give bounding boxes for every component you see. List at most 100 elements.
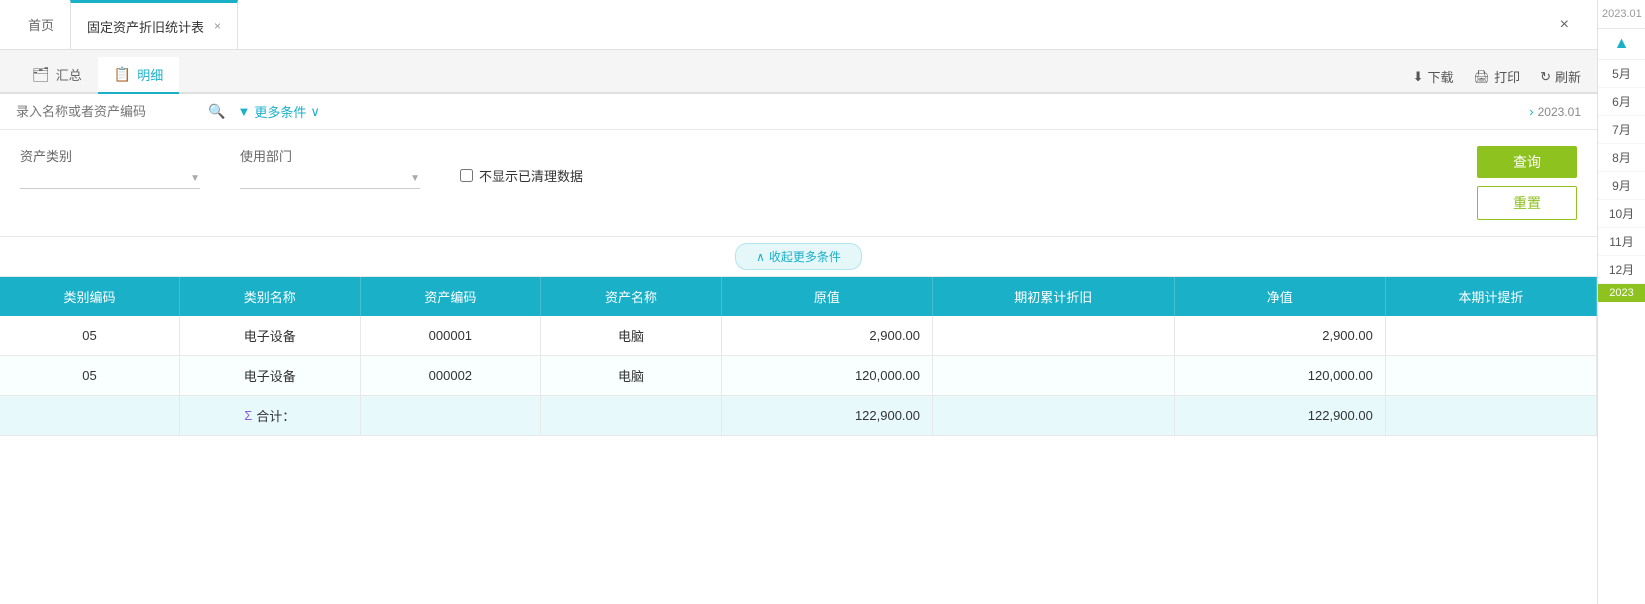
summary-cell: Σ 合计：: [179, 396, 360, 436]
table-cell: 000002: [360, 356, 541, 396]
sidebar-year-badge: 2023: [1598, 284, 1645, 302]
hide-cleared-checkbox[interactable]: [460, 169, 473, 182]
window-close-button[interactable]: ×: [1544, 16, 1585, 34]
table-cell: 05: [0, 356, 179, 396]
col-category-code: 类别编码: [0, 277, 179, 316]
table-row: 05电子设备000002电脑120,000.00120,000.00: [0, 356, 1597, 396]
sidebar-month-5[interactable]: 5月: [1598, 60, 1645, 88]
right-sidebar: 2023.01 ▲ 5月 6月 7月 8月 9月 10月 11月 12月 202…: [1597, 0, 1645, 604]
summary-cell: [1385, 396, 1596, 436]
tab-close-button[interactable]: ×: [214, 19, 221, 33]
col-accum-depreciation: 期初累计折旧: [933, 277, 1175, 316]
arrow-right-icon: ›: [1529, 104, 1533, 119]
tab-summary[interactable]: 🗂 汇总: [16, 57, 98, 94]
sidebar-date: 2023.01: [1598, 0, 1645, 29]
dept-label: 使用部门: [240, 146, 420, 165]
tab-detail[interactable]: 📋 明细: [98, 57, 179, 94]
refresh-label: 刷新: [1555, 67, 1581, 86]
top-nav: 首页 固定资产折旧统计表 × ×: [0, 0, 1597, 50]
filter-icon: ▼: [237, 104, 250, 119]
tab-detail-label: 明细: [137, 65, 163, 84]
table-cell: 000001: [360, 316, 541, 356]
col-original-value: 原值: [721, 277, 932, 316]
tab-summary-label: 汇总: [56, 65, 82, 84]
table-cell: [1385, 316, 1596, 356]
table-cell: 120,000.00: [1174, 356, 1385, 396]
table-cell: 05: [0, 316, 179, 356]
summary-label-text: 合计：: [256, 406, 295, 425]
filter-buttons: 查询 重置: [1477, 146, 1577, 220]
sidebar-month-9[interactable]: 9月: [1598, 172, 1645, 200]
tab-title: 固定资产折旧统计表: [87, 17, 204, 36]
collapse-bar: ∧ 收起更多条件: [0, 237, 1597, 277]
table-cell: 电子设备: [179, 316, 360, 356]
sidebar-month-11[interactable]: 11月: [1598, 228, 1645, 256]
reset-button[interactable]: 重置: [1477, 186, 1577, 220]
sidebar-month-7[interactable]: 7月: [1598, 116, 1645, 144]
date-nav-button[interactable]: › 2023.01: [1529, 104, 1581, 119]
hide-cleared-label: 不显示已清理数据: [479, 166, 583, 185]
advanced-filter: 资产类别 ▼ 使用部门 ▼ 不显示已清理数据 查询 重置: [0, 130, 1597, 237]
col-asset-name: 资产名称: [541, 277, 722, 316]
dept-select[interactable]: ▼: [240, 169, 420, 189]
summary-cell: [0, 396, 179, 436]
dept-field: 使用部门 ▼: [240, 146, 420, 189]
col-current-depreciation: 本期计提折: [1385, 277, 1596, 316]
table-cell: [933, 316, 1175, 356]
summary-cell: [541, 396, 722, 436]
search-icon[interactable]: 🔍: [208, 103, 225, 120]
collapse-icon: ∧: [756, 250, 765, 264]
query-button[interactable]: 查询: [1477, 146, 1577, 178]
more-filter-label: 更多条件: [254, 102, 306, 121]
table-cell: 120,000.00: [721, 356, 932, 396]
sidebar-nav-up[interactable]: ▲: [1598, 29, 1645, 60]
download-icon: ⬇: [1413, 69, 1424, 85]
sidebar-month-8[interactable]: 8月: [1598, 144, 1645, 172]
table-row: 05电子设备000001电脑2,900.002,900.00: [0, 316, 1597, 356]
asset-category-field: 资产类别 ▼: [20, 146, 200, 189]
filter-bar: 🔍 ▼ 更多条件 ∨ › 2023.01: [0, 94, 1597, 130]
print-icon: 🖨: [1474, 69, 1491, 85]
collapse-label: 收起更多条件: [769, 248, 841, 265]
active-tab[interactable]: 固定资产折旧统计表 ×: [70, 0, 238, 49]
detail-icon: 📋: [114, 66, 131, 83]
tab-actions: ⬇ 下载 🖨 打印 ↻ 刷新: [1413, 67, 1581, 92]
chevron-down-icon: ▼: [190, 173, 200, 184]
asset-category-label: 资产类别: [20, 146, 200, 165]
table-cell: 电脑: [541, 316, 722, 356]
chevron-down-icon-2: ▼: [410, 173, 420, 184]
refresh-button[interactable]: ↻ 刷新: [1540, 67, 1581, 86]
home-nav[interactable]: 首页: [12, 0, 70, 49]
print-button[interactable]: 🖨 打印: [1474, 67, 1521, 86]
table-cell: 2,900.00: [1174, 316, 1385, 356]
collapse-button[interactable]: ∧ 收起更多条件: [735, 243, 862, 270]
data-table-container: 类别编码 类别名称 资产编码 资产名称 原值 期初累计折旧 净值 本期计提折 0…: [0, 277, 1597, 604]
date-display: 2023.01: [1538, 105, 1581, 119]
table-cell: 电脑: [541, 356, 722, 396]
sidebar-month-6[interactable]: 6月: [1598, 88, 1645, 116]
asset-category-select[interactable]: ▼: [20, 169, 200, 189]
table-header-row: 类别编码 类别名称 资产编码 资产名称 原值 期初累计折旧 净值 本期计提折: [0, 277, 1597, 316]
tab-bar: 🗂 汇总 📋 明细 ⬇ 下载 🖨 打印 ↻ 刷新: [0, 50, 1597, 94]
data-table: 类别编码 类别名称 资产编码 资产名称 原值 期初累计折旧 净值 本期计提折 0…: [0, 277, 1597, 436]
sigma-icon: Σ: [244, 408, 252, 423]
sidebar-month-10[interactable]: 10月: [1598, 200, 1645, 228]
col-asset-code: 资产编码: [360, 277, 541, 316]
table-cell: [933, 356, 1175, 396]
col-net-value: 净值: [1174, 277, 1385, 316]
download-button[interactable]: ⬇ 下载: [1413, 67, 1454, 86]
summary-cell: [360, 396, 541, 436]
sidebar-month-12[interactable]: 12月: [1598, 256, 1645, 284]
summary-cell: 122,900.00: [721, 396, 932, 436]
search-input[interactable]: [16, 104, 196, 119]
table-cell: [1385, 356, 1596, 396]
chevron-down-icon: ∨: [310, 104, 320, 120]
more-filter-button[interactable]: ▼ 更多条件 ∨: [237, 102, 319, 121]
table-cell: 电子设备: [179, 356, 360, 396]
table-cell: 2,900.00: [721, 316, 932, 356]
col-category-name: 类别名称: [179, 277, 360, 316]
hide-cleared-checkbox-row: 不显示已清理数据: [460, 166, 583, 185]
print-label: 打印: [1494, 67, 1520, 86]
summary-row: Σ合计：122,900.00122,900.00: [0, 396, 1597, 436]
refresh-icon: ↻: [1540, 69, 1551, 85]
